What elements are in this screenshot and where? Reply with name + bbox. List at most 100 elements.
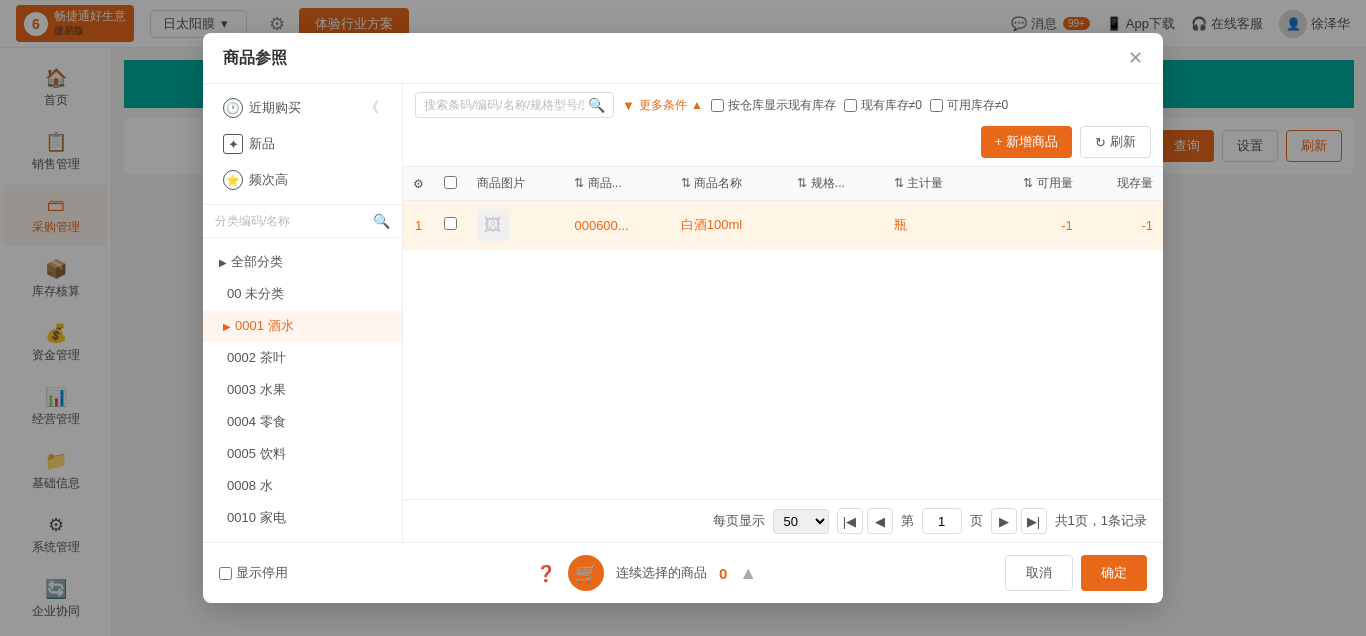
col-image: 商品图片 (467, 167, 564, 201)
table-row[interactable]: 1 🖼 000600... 白酒100ml (403, 201, 1163, 250)
recent-purchase-label: 近期购买 (249, 99, 301, 117)
col-spec[interactable]: ⇅ 规格... (787, 167, 884, 201)
col-settings[interactable]: ⚙ (403, 167, 434, 201)
product-search-box: 🔍 (415, 92, 614, 118)
display-disabled-checkbox[interactable]: 显示停用 (219, 564, 288, 582)
col-available[interactable]: ⇅ 可用量 (983, 167, 1082, 201)
cat-uncategorized[interactable]: 00 未分类 (203, 278, 402, 310)
cat-snack[interactable]: 0004 零食 (203, 406, 402, 438)
category-search-input[interactable] (215, 214, 367, 228)
modal-left-panel: 🕐 近期购买 《 ✦ 新品 ⭐ 频次高 (203, 84, 403, 542)
warehouse-stock-input[interactable] (711, 99, 724, 112)
product-table: ⚙ 商品图片 ⇅ 商品... (403, 167, 1163, 250)
last-page-btn[interactable]: ▶| (1021, 508, 1047, 534)
row-stock: -1 (1083, 201, 1163, 250)
cat-beverage[interactable]: 0005 饮料 (203, 438, 402, 470)
modal-close-btn[interactable]: ✕ (1128, 47, 1143, 69)
pagination: 每页显示 10 20 50 100 |◀ ◀ 第 页 (403, 499, 1163, 542)
cat-liquor-label: 0001 酒水 (235, 317, 294, 335)
cat-snack-label: 0004 零食 (227, 413, 286, 431)
existing-stock-input[interactable] (844, 99, 857, 112)
more-filters-btn[interactable]: ▼ 更多条件 ▲ (622, 97, 703, 114)
recent-purchase-tab[interactable]: 🕐 近期购买 《 (215, 92, 390, 124)
row-index: 1 (403, 201, 434, 250)
modal-title: 商品参照 (223, 48, 287, 69)
cat-beverage-label: 0005 饮料 (227, 445, 286, 463)
available-stock-checkbox[interactable]: 可用库存≠0 (930, 97, 1008, 114)
refresh-icon: ↻ (1095, 135, 1106, 150)
col-stock: 现存量 (1083, 167, 1163, 201)
cat-tea[interactable]: 0002 茶叶 (203, 342, 402, 374)
modal-right-panel: 🔍 ▼ 更多条件 ▲ 按仓库显示现有库存 (403, 84, 1163, 542)
category-search-icon[interactable]: 🔍 (373, 213, 390, 229)
page-nav: |◀ ◀ 第 页 ▶ ▶| (837, 508, 1047, 534)
cat-water[interactable]: 0008 水 (203, 470, 402, 502)
col-checkbox[interactable] (434, 167, 467, 201)
product-thumbnail: 🖼 (477, 209, 509, 241)
high-frequency-tab[interactable]: ⭐ 频次高 (215, 164, 390, 196)
selected-count: 0 (719, 565, 727, 582)
cat-liquor[interactable]: ▶ 0001 酒水 (203, 310, 402, 342)
page-label: 第 (901, 512, 914, 530)
col-unit[interactable]: ⇅ 主计量 (884, 167, 983, 201)
prev-page-btn[interactable]: ◀ (867, 508, 893, 534)
help-icon[interactable]: ❓ (536, 564, 556, 583)
sort-icon-spec: ⇅ (797, 176, 807, 190)
cart-btn[interactable]: 🛒 (568, 555, 604, 591)
new-products-tab[interactable]: ✦ 新品 (215, 128, 390, 160)
available-stock-input[interactable] (930, 99, 943, 112)
existing-stock-checkbox[interactable]: 现有库存≠0 (844, 97, 922, 114)
per-page-select[interactable]: 10 20 50 100 (773, 509, 829, 534)
col-name[interactable]: ⇅ 商品名称 (671, 167, 788, 201)
sort-icon-available: ⇅ (1023, 176, 1033, 190)
per-page-label: 每页显示 (713, 512, 765, 530)
freq-tab-icon: ⭐ (223, 170, 243, 190)
display-disabled-label: 显示停用 (236, 564, 288, 582)
modal-toolbar: 🔍 ▼ 更多条件 ▲ 按仓库显示现有库存 (403, 84, 1163, 167)
row-name: 白酒100ml (671, 201, 788, 250)
display-disabled-input[interactable] (219, 567, 232, 580)
product-search-input[interactable] (424, 98, 584, 112)
total-info: 共1页，1条记录 (1055, 512, 1147, 530)
modal-overlay: 商品参照 ✕ 🕐 近期购买 《 ✦ 新品 (0, 0, 1366, 636)
cat-appliance[interactable]: 0010 家电 (203, 502, 402, 534)
new-tab-icon: ✦ (223, 134, 243, 154)
page-number-input[interactable] (922, 508, 962, 534)
category-list: ▶ 全部分类 00 未分类 ▶ 0001 酒水 0002 茶叶 (203, 238, 402, 542)
cat-water-label: 0008 水 (227, 477, 273, 495)
filter-icon: ▼ (622, 98, 635, 113)
modal-body: 🕐 近期购买 《 ✦ 新品 ⭐ 频次高 (203, 84, 1163, 542)
row-image: 🖼 (467, 201, 564, 250)
selected-text: 连续选择的商品 (616, 564, 707, 582)
cat-all[interactable]: ▶ 全部分类 (203, 246, 402, 278)
category-search-bar: 🔍 (203, 205, 402, 238)
existing-stock-label: 现有库存≠0 (861, 97, 922, 114)
recent-tab-icon: 🕐 (223, 98, 243, 118)
col-code[interactable]: ⇅ 商品... (564, 167, 670, 201)
add-product-btn[interactable]: + 新增商品 (981, 126, 1072, 158)
cat-fruit[interactable]: 0003 水果 (203, 374, 402, 406)
confirm-btn[interactable]: 确定 (1081, 555, 1147, 591)
row-select-checkbox[interactable] (444, 217, 457, 230)
next-page-btn[interactable]: ▶ (991, 508, 1017, 534)
sort-icon-unit: ⇅ (894, 176, 904, 190)
footer-collapse-btn[interactable]: ▲ (739, 563, 757, 584)
row-code: 000600... (564, 201, 670, 250)
new-products-label: 新品 (249, 135, 275, 153)
row-checkbox[interactable] (434, 201, 467, 250)
filter-collapse-icon: ▲ (691, 98, 703, 112)
left-tabs: 🕐 近期购买 《 ✦ 新品 ⭐ 频次高 (203, 84, 402, 205)
row-spec (787, 201, 884, 250)
modal-footer: 显示停用 ❓ 🛒 连续选择的商品 0 ▲ 取消 确定 (203, 542, 1163, 603)
product-search-icon[interactable]: 🔍 (588, 97, 605, 113)
high-frequency-label: 频次高 (249, 171, 288, 189)
select-all-checkbox[interactable] (444, 176, 457, 189)
cat-fruit-label: 0003 水果 (227, 381, 286, 399)
refresh-btn[interactable]: ↻ 刷新 (1080, 126, 1151, 158)
row-available: -1 (983, 201, 1082, 250)
cancel-btn[interactable]: 取消 (1005, 555, 1073, 591)
collapse-left-btn[interactable]: 《 (362, 98, 382, 118)
available-stock-label: 可用库存≠0 (947, 97, 1008, 114)
first-page-btn[interactable]: |◀ (837, 508, 863, 534)
warehouse-stock-checkbox[interactable]: 按仓库显示现有库存 (711, 97, 836, 114)
